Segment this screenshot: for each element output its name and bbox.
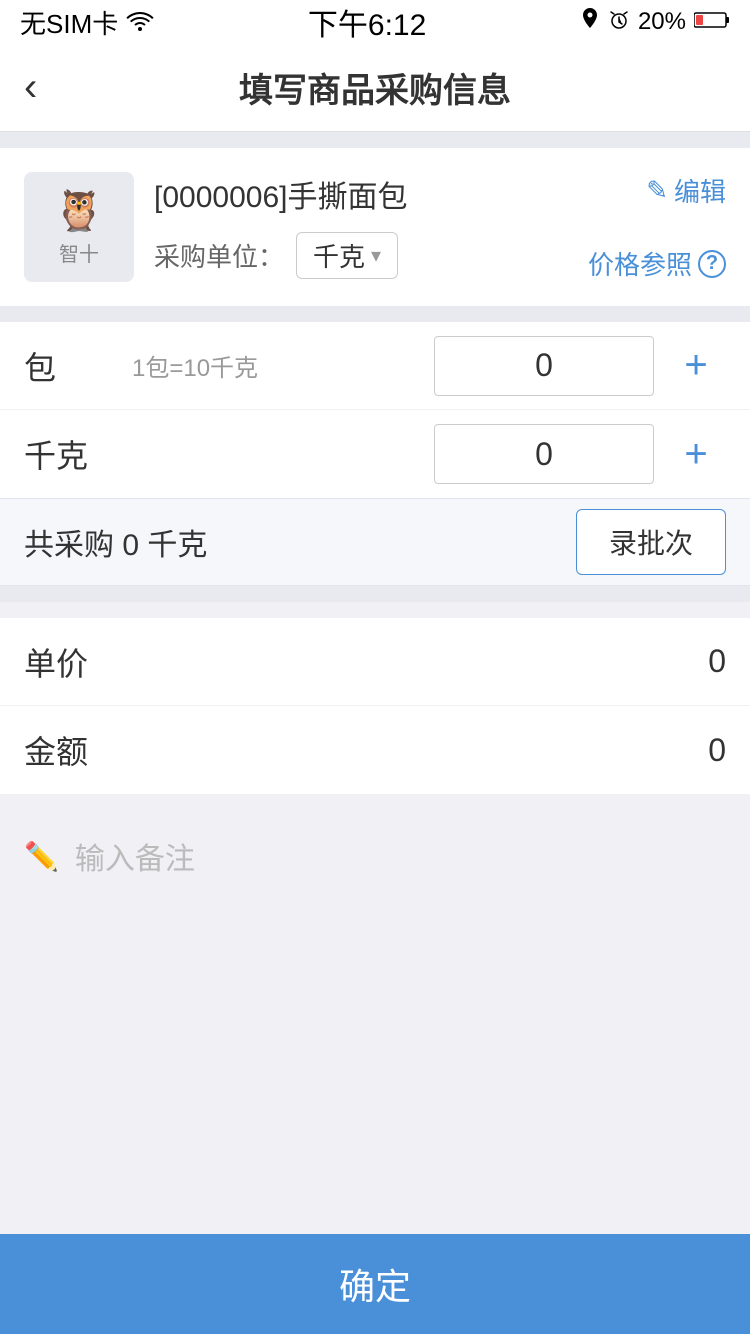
kg-input-row: 千克 0 + — [0, 410, 750, 498]
bao-sublabel: 1包=10千克 — [132, 348, 258, 383]
unit-label-text: 采购单位： — [154, 237, 284, 274]
product-brand: 智十 — [59, 238, 99, 267]
edit-button[interactable]: ✎ 编辑 — [646, 172, 726, 209]
section-divider-2 — [0, 306, 750, 322]
nav-bar: ‹ 填写商品采购信息 — [0, 44, 750, 132]
chevron-down-icon: ▾ — [371, 243, 381, 268]
kg-value: 0 — [535, 436, 553, 473]
status-right: 20% — [580, 8, 730, 37]
bao-label: 包 — [24, 343, 124, 389]
product-card: 🦉 智十 [0000006]手撕面包 采购单位： 千克 ▾ ✎ 编辑 价格参照 … — [0, 148, 750, 306]
confirm-bar[interactable]: 确定 — [0, 1234, 750, 1334]
price-value: 0 — [708, 643, 726, 680]
product-owl-icon: 🦉 — [54, 187, 104, 234]
edit-icon: ✎ — [646, 175, 668, 206]
edit-label: 编辑 — [674, 172, 726, 209]
bao-value: 0 — [535, 347, 553, 384]
quantity-section: 包 1包=10千克 0 + 千克 0 + — [0, 322, 750, 498]
price-ref-label: 价格参照 — [588, 245, 692, 282]
status-bar: 无SIM卡 下午6:12 20% — [0, 0, 750, 44]
total-unit: 千克 — [147, 529, 207, 562]
kg-label: 千克 — [24, 431, 124, 477]
content-area — [0, 902, 750, 1202]
confirm-button-label: 确定 — [339, 1258, 411, 1310]
back-button[interactable]: ‹ — [24, 65, 37, 110]
product-thumbnail: 🦉 智十 — [24, 172, 134, 282]
kg-plus-button[interactable]: + — [666, 424, 726, 484]
wifi-icon — [126, 7, 154, 38]
unit-selector[interactable]: 千克 ▾ — [296, 232, 398, 279]
help-icon: ? — [698, 250, 726, 278]
battery-icon — [694, 8, 730, 36]
battery-text: 20% — [638, 8, 686, 36]
status-time: 下午6:12 — [308, 0, 426, 44]
total-label-text: 共采购 0 千克 — [24, 520, 207, 564]
total-label-prefix: 共采购 — [24, 529, 122, 562]
total-row: 共采购 0 千克 录批次 — [0, 498, 750, 586]
product-name: [0000006]手撕面包 — [154, 172, 726, 216]
page-title: 填写商品采购信息 — [239, 63, 511, 112]
unit-value: 千克 — [313, 237, 365, 274]
bao-input[interactable]: 0 — [434, 336, 654, 396]
price-amount-section: 单价 0 金额 0 — [0, 618, 750, 794]
notes-placeholder: 输入备注 — [75, 834, 195, 878]
price-row: 单价 0 — [0, 618, 750, 706]
carrier-text: 无SIM卡 — [20, 4, 118, 41]
amount-row: 金额 0 — [0, 706, 750, 794]
price-label: 单价 — [24, 639, 88, 685]
section-divider-3 — [0, 586, 750, 602]
record-batch-button[interactable]: 录批次 — [576, 509, 726, 575]
record-btn-label: 录批次 — [609, 528, 693, 559]
alarm-icon — [608, 8, 630, 37]
amount-value: 0 — [708, 732, 726, 769]
bao-input-row: 包 1包=10千克 0 + — [0, 322, 750, 410]
pencil-icon: ✏️ — [24, 840, 59, 873]
amount-label: 金额 — [24, 727, 88, 773]
price-ref-button[interactable]: 价格参照 ? — [588, 245, 726, 282]
status-left: 无SIM卡 — [20, 4, 154, 41]
total-amount: 0 — [122, 529, 147, 562]
bao-plus-button[interactable]: + — [666, 336, 726, 396]
notes-section[interactable]: ✏️ 输入备注 — [0, 810, 750, 902]
section-divider-1 — [0, 132, 750, 148]
kg-input[interactable]: 0 — [434, 424, 654, 484]
location-icon — [580, 8, 600, 37]
